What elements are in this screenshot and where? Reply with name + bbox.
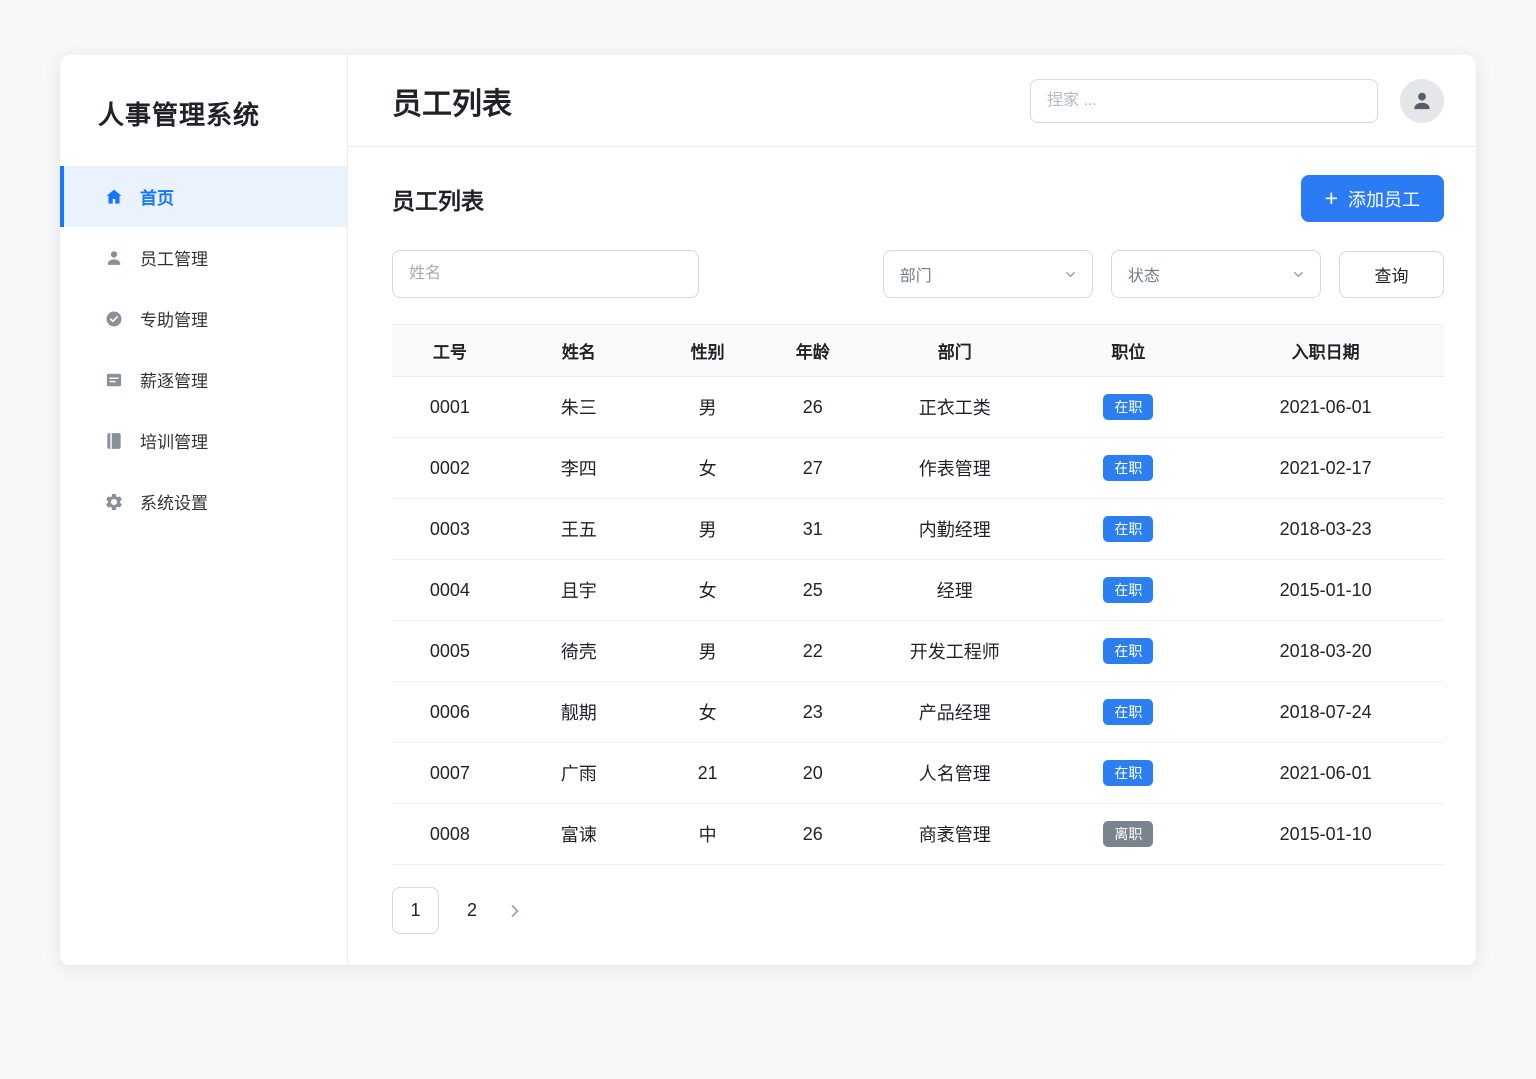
filter-bar: 部门 状态 查询 (392, 250, 1444, 298)
employee-table: 工号 姓名 性别 年龄 部门 职位 入职日期 0001 朱三 男 26 正衣工类… (392, 324, 1444, 865)
section-title: 员工列表 (392, 187, 484, 214)
table-row: 0006 靓期 女 23 产品经理 在职 2018-07-24 (392, 681, 1444, 743)
status-badge: 在职 (1103, 393, 1154, 421)
sidebar-nav: 首页 员工管理 专助管理 薪逐管理 培训管理 系统设置 (60, 166, 347, 532)
check-circle-icon (104, 309, 124, 329)
table-row: 0004 且宇 女 25 经理 在职 2015-01-10 (392, 559, 1444, 621)
status-badge: 在职 (1103, 515, 1154, 543)
user-icon (104, 248, 124, 268)
department-select[interactable]: 部门 (882, 250, 1093, 298)
column-header: 性别 (649, 324, 766, 377)
table-row: 0003 王五 男 31 内勤经理 在职 2018-03-23 (392, 498, 1444, 560)
table-row: 0008 富谏 中 26 商袤管理 离职 2015-01-10 (392, 803, 1444, 865)
pagination: 1 2 (392, 887, 1444, 934)
column-header: 年龄 (765, 324, 861, 377)
column-header: 姓名 (507, 324, 650, 377)
gear-icon (104, 492, 124, 512)
sidebar-item-settings[interactable]: 系统设置 (60, 471, 347, 532)
sidebar: 人事管理系统 首页 员工管理 专助管理 薪逐管理 培训管理 系统设置 (60, 55, 348, 965)
chevron-right-icon[interactable] (505, 901, 525, 921)
topbar: 员工列表 (348, 55, 1476, 147)
status-badge: 离职 (1103, 820, 1154, 848)
sidebar-item-label: 薪逐管理 (140, 372, 208, 391)
main-area: 员工列表 员工列表 + 添加员工 部门 (348, 55, 1476, 965)
book-icon (104, 431, 124, 451)
sidebar-item-label: 培训管理 (140, 433, 208, 452)
query-button[interactable]: 查询 (1339, 250, 1444, 298)
user-icon (1409, 88, 1435, 114)
search-input[interactable] (1030, 78, 1378, 123)
avatar[interactable] (1400, 78, 1444, 123)
sidebar-item-label: 专助管理 (140, 311, 208, 330)
sidebar-item-home[interactable]: 首页 (60, 166, 347, 227)
app-title: 人事管理系统 (98, 100, 261, 130)
content: 员工列表 + 添加员工 部门 状态 (348, 147, 1476, 965)
card-icon (104, 370, 124, 390)
chevron-down-icon (1063, 267, 1078, 282)
status-badge: 在职 (1103, 637, 1154, 665)
column-header: 部门 (860, 324, 1050, 377)
status-select[interactable]: 状态 (1110, 250, 1322, 298)
add-employee-button[interactable]: + 添加员工 (1300, 175, 1444, 222)
table-row: 0005 徛壳 男 22 开发工程师 在职 2018-03-20 (392, 620, 1444, 682)
sidebar-item-employees[interactable]: 员工管理 (60, 227, 347, 288)
column-header: 入职日期 (1207, 324, 1444, 377)
table-row: 0001 朱三 男 26 正衣工类 在职 2021-06-01 (392, 376, 1444, 438)
sidebar-item-attendance[interactable]: 专助管理 (60, 288, 347, 349)
page-title: 员工列表 (392, 87, 512, 121)
page-button-2[interactable]: 2 (467, 900, 477, 921)
table-row: 0002 李四 女 27 作表管理 在职 2021-02-17 (392, 437, 1444, 499)
plus-icon: + (1324, 185, 1338, 211)
sidebar-item-label: 员工管理 (140, 250, 208, 269)
page-button-1[interactable]: 1 (392, 887, 439, 934)
sidebar-item-label: 首页 (140, 189, 174, 208)
status-badge: 在职 (1103, 576, 1154, 604)
chevron-down-icon (1291, 267, 1306, 282)
column-header: 工号 (392, 324, 508, 377)
table-row: 0007 广雨 21 20 人名管理 在职 2021-06-01 (392, 742, 1444, 804)
sidebar-item-label: 系统设置 (140, 494, 208, 513)
status-badge: 在职 (1103, 454, 1154, 482)
column-header: 职位 (1049, 324, 1208, 377)
app-window: 人事管理系统 首页 员工管理 专助管理 薪逐管理 培训管理 系统设置 员工列表 … (60, 55, 1476, 965)
name-filter-input[interactable] (392, 250, 699, 298)
sidebar-item-training[interactable]: 培训管理 (60, 410, 347, 471)
home-icon (104, 187, 124, 207)
table-header-row: 工号 姓名 性别 年龄 部门 职位 入职日期 (392, 324, 1444, 377)
sidebar-item-payroll[interactable]: 薪逐管理 (60, 349, 347, 410)
status-badge: 在职 (1103, 698, 1154, 726)
status-badge: 在职 (1103, 759, 1154, 787)
